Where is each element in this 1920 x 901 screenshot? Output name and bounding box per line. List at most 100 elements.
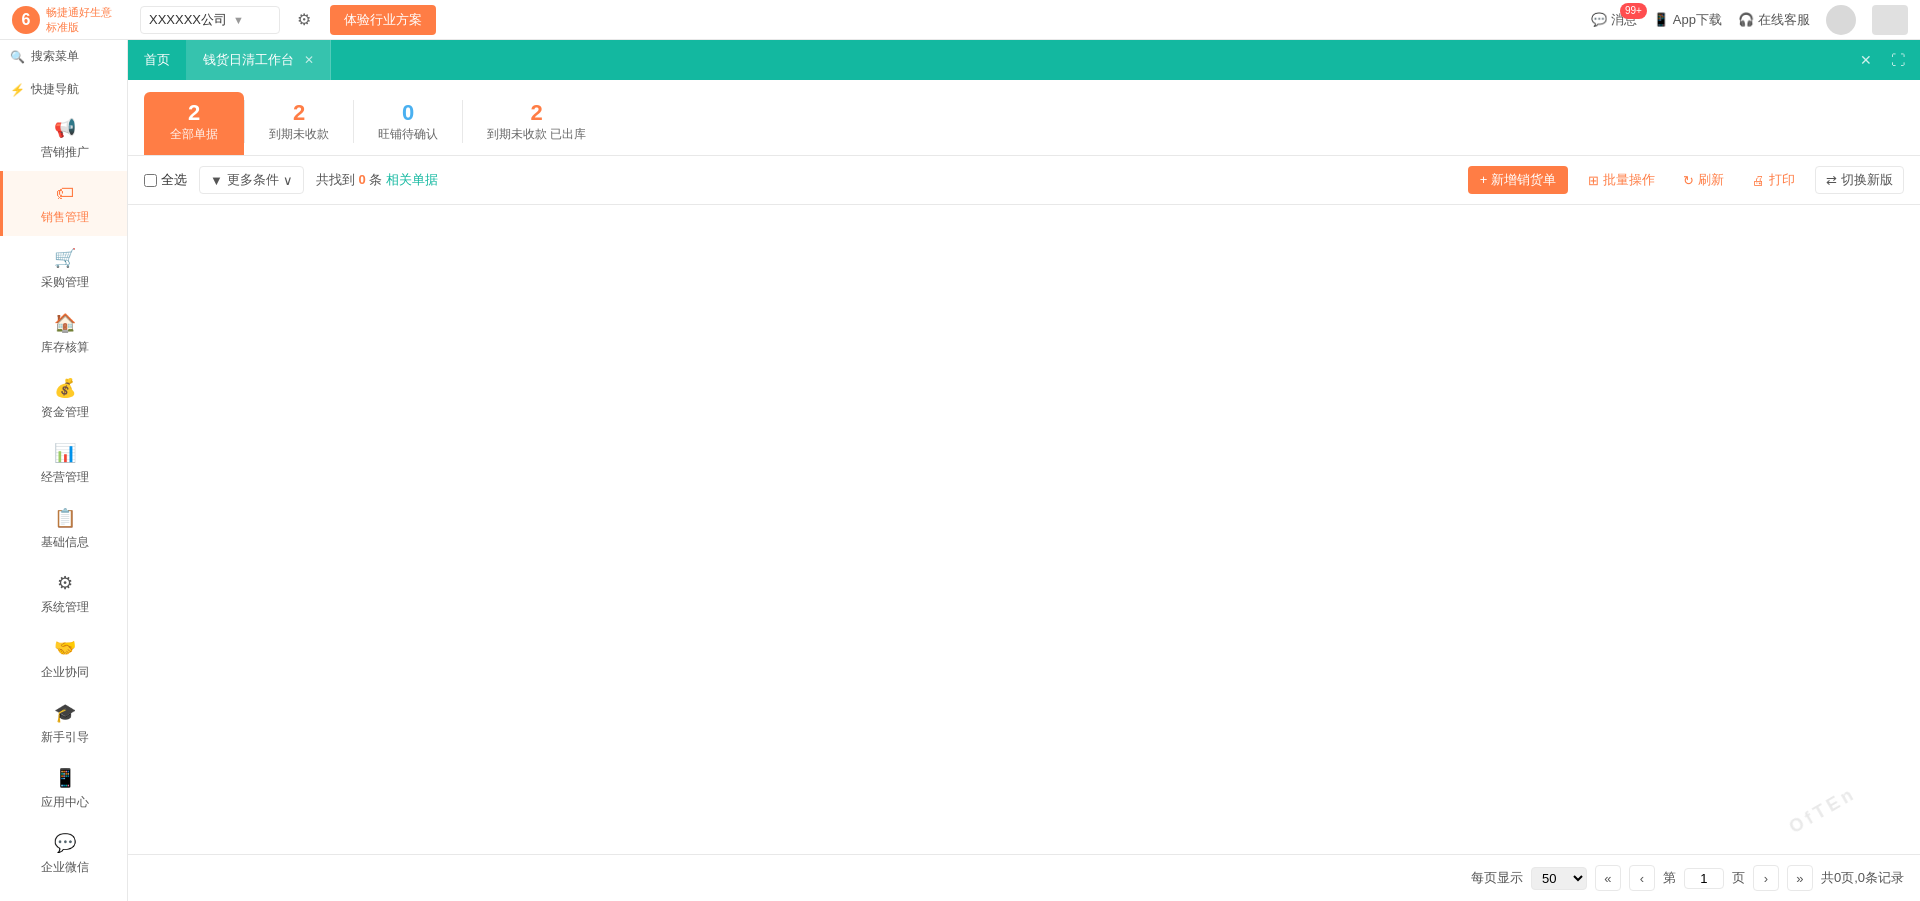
marketing-icon: 📢	[53, 116, 77, 140]
stats-tab-shipped[interactable]: 2 到期未收款 已出库	[463, 92, 610, 155]
found-text: 共找到 0 条 相关单据	[316, 171, 438, 189]
print-button[interactable]: 🖨 打印	[1744, 167, 1803, 193]
settings-button[interactable]: ⚙	[288, 4, 320, 36]
sidebar-item-label: 企业微信	[41, 859, 89, 876]
sidebar-item-member[interactable]: V 畅会员	[0, 886, 127, 901]
sidebar-item-label: 营销推广	[41, 144, 89, 161]
sidebar-item-label: 企业协同	[41, 664, 89, 681]
sidebar-item-label: 经营管理	[41, 469, 89, 486]
quick-nav-label: 快捷导航	[31, 81, 79, 98]
sidebar-item-purchase[interactable]: 🛒 采购管理	[0, 236, 127, 301]
stats-tabs: 2 全部单据 2 到期未收款 0 旺铺待确认 2 到期未收款 已出库	[128, 80, 1920, 156]
message-badge: 99+	[1620, 3, 1647, 19]
sidebar-item-label: 基础信息	[41, 534, 89, 551]
toolbar: 全选 ▼ 更多条件 ∨ 共找到 0 条 相关单据 + 新增销货单 ⊞	[128, 156, 1920, 205]
trial-button[interactable]: 体验行业方案	[330, 5, 436, 35]
found-count: 0	[359, 172, 366, 187]
service-icon: 🎧	[1738, 12, 1754, 27]
message-icon: 💬	[1591, 12, 1607, 27]
enterprise-icon: 🤝	[53, 636, 77, 660]
sidebar-item-label: 库存核算	[41, 339, 89, 356]
company-selector[interactable]: XXXXXX公司 ▼	[140, 6, 280, 34]
sidebar-item-beginner[interactable]: 🎓 新手引导	[0, 691, 127, 756]
add-sales-order-button[interactable]: + 新增销货单	[1468, 166, 1568, 194]
app-title: 畅捷通好生意	[46, 5, 112, 19]
sidebar-item-label: 采购管理	[41, 274, 89, 291]
sidebar-item-finance[interactable]: 💰 资金管理	[0, 366, 127, 431]
basic-info-icon: 📋	[53, 506, 77, 530]
next-page-button[interactable]: ›	[1753, 865, 1779, 891]
finance-icon: 💰	[53, 376, 77, 400]
tab-home[interactable]: 首页	[128, 40, 187, 80]
refresh-icon: ↻	[1683, 173, 1694, 188]
page-input[interactable]	[1684, 868, 1724, 889]
sidebar-item-basic-info[interactable]: 📋 基础信息	[0, 496, 127, 561]
prev-page-button[interactable]: ‹	[1629, 865, 1655, 891]
stats-tab-overdue[interactable]: 2 到期未收款	[245, 92, 353, 155]
sidebar-item-system[interactable]: ⚙ 系统管理	[0, 561, 127, 626]
sidebar-item-sales[interactable]: 🏷 销售管理	[0, 171, 127, 236]
first-page-button[interactable]: «	[1595, 865, 1621, 891]
print-icon: 🖨	[1752, 173, 1765, 188]
print-label: 打印	[1769, 171, 1795, 189]
sidebar-item-enterprise[interactable]: 🤝 企业协同	[0, 626, 127, 691]
tab-expand-button[interactable]: ⛶	[1886, 48, 1910, 72]
content-area: 首页 钱货日清工作台 ✕ ✕ ⛶ 2 全部单据 2	[128, 40, 1920, 901]
table-area	[128, 205, 1920, 854]
select-all-checkbox[interactable]: 全选	[144, 171, 187, 189]
page-content: 2 全部单据 2 到期未收款 0 旺铺待确认 2 到期未收款 已出库	[128, 80, 1920, 901]
stats-label-pending: 旺铺待确认	[378, 126, 438, 143]
online-service-button[interactable]: 🎧 在线客服	[1738, 11, 1810, 29]
select-all-input[interactable]	[144, 174, 157, 187]
stats-tab-all[interactable]: 2 全部单据	[144, 92, 244, 155]
nav-icon: ⚡	[10, 83, 25, 97]
chevron-down-icon: ∨	[283, 173, 293, 188]
sidebar: 🔍 搜索菜单 ⚡ 快捷导航 📢 营销推广 🏷 销售管理 🛒 采购管理 🏠 库存核…	[0, 40, 128, 901]
avatar[interactable]	[1826, 5, 1856, 35]
tab-close-icon[interactable]: ✕	[304, 53, 314, 67]
switch-label: 切换新版	[1841, 171, 1893, 189]
stats-label-overdue: 到期未收款	[269, 126, 329, 143]
sidebar-item-app-center[interactable]: 📱 应用中心	[0, 756, 127, 821]
quick-nav-item[interactable]: ⚡ 快捷导航	[0, 73, 127, 106]
found-link[interactable]: 相关单据	[386, 172, 438, 187]
logo-icon: 6	[12, 6, 40, 34]
stats-count-overdue: 2	[293, 100, 305, 126]
sidebar-item-inventory[interactable]: 🏠 库存核算	[0, 301, 127, 366]
tab-close-button[interactable]: ✕	[1854, 48, 1878, 72]
per-page-select[interactable]: 50100	[1531, 867, 1587, 890]
header-right: 💬 消息 99+ 📱 App下载 🎧 在线客服	[1591, 5, 1908, 35]
stats-count-shipped: 2	[531, 100, 543, 126]
search-menu-label: 搜索菜单	[31, 48, 79, 65]
search-menu-item[interactable]: 🔍 搜索菜单	[0, 40, 127, 73]
app-download-button[interactable]: 📱 App下载	[1653, 11, 1722, 29]
message-button[interactable]: 💬 消息 99+	[1591, 11, 1637, 29]
refresh-button[interactable]: ↻ 刷新	[1675, 167, 1732, 193]
sidebar-item-wechat[interactable]: 💬 企业微信	[0, 821, 127, 886]
stats-tab-pending[interactable]: 0 旺铺待确认	[354, 92, 462, 155]
batch-operation-button[interactable]: ⊞ 批量操作	[1580, 167, 1663, 193]
tab-workbench-label: 钱货日清工作台	[203, 51, 294, 69]
sidebar-item-marketing[interactable]: 📢 营销推广	[0, 106, 127, 171]
tab-bar: 首页 钱货日清工作台 ✕ ✕ ⛶	[128, 40, 1920, 80]
last-page-button[interactable]: »	[1787, 865, 1813, 891]
company-name: XXXXXX公司	[149, 11, 227, 29]
tab-workbench[interactable]: 钱货日清工作台 ✕	[187, 40, 331, 80]
batch-label: 批量操作	[1603, 171, 1655, 189]
sidebar-item-label: 新手引导	[41, 729, 89, 746]
user-name-area[interactable]	[1872, 5, 1908, 35]
app-center-icon: 📱	[53, 766, 77, 790]
inventory-icon: 🏠	[53, 311, 77, 335]
more-filter-button[interactable]: ▼ 更多条件 ∨	[199, 166, 304, 194]
stats-label-shipped: 到期未收款 已出库	[487, 126, 586, 143]
top-header: 6 畅捷通好生意 标准版 XXXXXX公司 ▼ ⚙ 体验行业方案 💬 消息 99…	[0, 0, 1920, 40]
switch-version-button[interactable]: ⇄ 切换新版	[1815, 166, 1904, 194]
more-filter-label: 更多条件	[227, 171, 279, 189]
sidebar-item-operation[interactable]: 📊 经营管理	[0, 431, 127, 496]
batch-icon: ⊞	[1588, 173, 1599, 188]
per-page-label: 每页显示	[1471, 869, 1523, 887]
wechat-icon: 💬	[53, 831, 77, 855]
page-suffix: 页	[1732, 869, 1745, 887]
main-layout: 🔍 搜索菜单 ⚡ 快捷导航 📢 营销推广 🏷 销售管理 🛒 采购管理 🏠 库存核…	[0, 40, 1920, 901]
chevron-down-icon: ▼	[233, 14, 244, 26]
